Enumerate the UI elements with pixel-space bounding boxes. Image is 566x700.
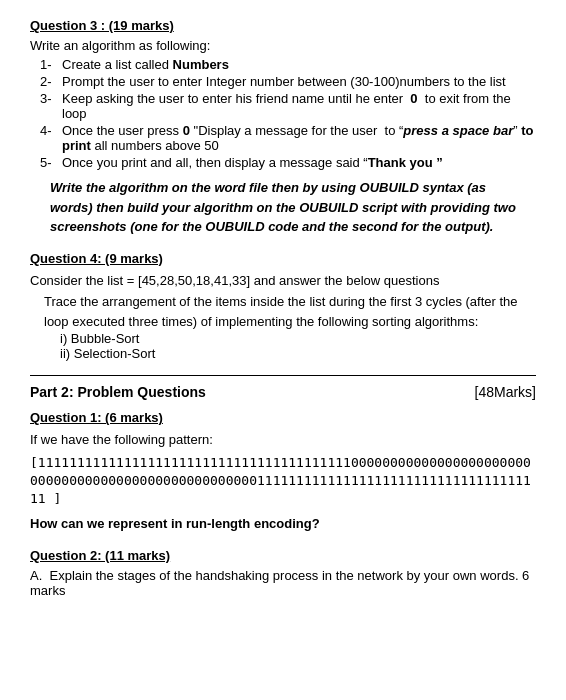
list-item-text: Once you print and all, then display a m… (62, 155, 443, 170)
list-item: 4- Once the user press 0 "Display a mess… (40, 123, 536, 153)
bold-text: 0 (410, 91, 417, 106)
list-num: 2- (40, 74, 62, 89)
part2-title: Part 2: Problem Questions (30, 384, 206, 400)
q3-title: Question 3 : (19 marks) (30, 18, 536, 33)
list-item: 3- Keep asking the user to enter his fri… (40, 91, 536, 121)
question-4-section: Question 4: (9 marks) Consider the list … (30, 251, 536, 362)
bold-text: Thank you ” (368, 155, 443, 170)
list-item: ii) Selection-Sort (60, 346, 536, 361)
q3-list: 1- Create a list called Numbers 2- Promp… (30, 57, 536, 170)
list-num: 1- (40, 57, 62, 72)
bold-text: Numbers (173, 57, 229, 72)
q4-trace-text: Trace the arrangement of the items insid… (30, 292, 536, 331)
q3-intro: Write an algorithm as following: (30, 38, 536, 53)
list-item: 1- Create a list called Numbers (40, 57, 536, 72)
part2-header: Part 2: Problem Questions [48Marks] (30, 384, 536, 400)
list-item-text: Create a list called Numbers (62, 57, 229, 72)
list-item: 5- Once you print and all, then display … (40, 155, 536, 170)
q1-p2-intro: If we have the following pattern: (30, 430, 536, 450)
section-divider (30, 375, 536, 376)
q4-intro: Consider the list = [45,28,50,18,41,33] … (30, 271, 536, 291)
list-num: 3- (40, 91, 62, 106)
list-item: 2- Prompt the user to enter Integer numb… (40, 74, 536, 89)
q3-italic-block: Write the algorithm on the word file the… (50, 178, 516, 237)
q4-sort-items: i) Bubble-Sort ii) Selection-Sort (30, 331, 536, 361)
q4-title: Question 4: (9 marks) (30, 251, 536, 266)
bold-text: press a space bar (403, 123, 513, 138)
q2-p2-title: Question 2: (11 marks) (30, 548, 536, 563)
list-num: 4- (40, 123, 62, 138)
list-item-text: Keep asking the user to enter his friend… (62, 91, 536, 121)
bold-text: 0 (183, 123, 190, 138)
part2-marks: [48Marks] (475, 384, 536, 400)
list-num: 5- (40, 155, 62, 170)
q1-p2-title: Question 1: (6 marks) (30, 410, 536, 425)
q2-p2-item-a: A. Explain the stages of the handshaking… (30, 568, 536, 598)
q1-p2-pattern: [111111111111111111111111111111111111111… (30, 454, 536, 509)
q2-p2-section: Question 2: (11 marks) A. Explain the st… (30, 548, 536, 598)
q1-p2-question: How can we represent in run-length encod… (30, 514, 536, 534)
list-item-text: Prompt the user to enter Integer number … (62, 74, 506, 89)
q1-p2-section: Question 1: (6 marks) If we have the fol… (30, 410, 536, 534)
list-item-text: Once the user press 0 "Display a message… (62, 123, 536, 153)
question-3-section: Question 3 : (19 marks) Write an algorit… (30, 18, 536, 237)
list-item: i) Bubble-Sort (60, 331, 536, 346)
